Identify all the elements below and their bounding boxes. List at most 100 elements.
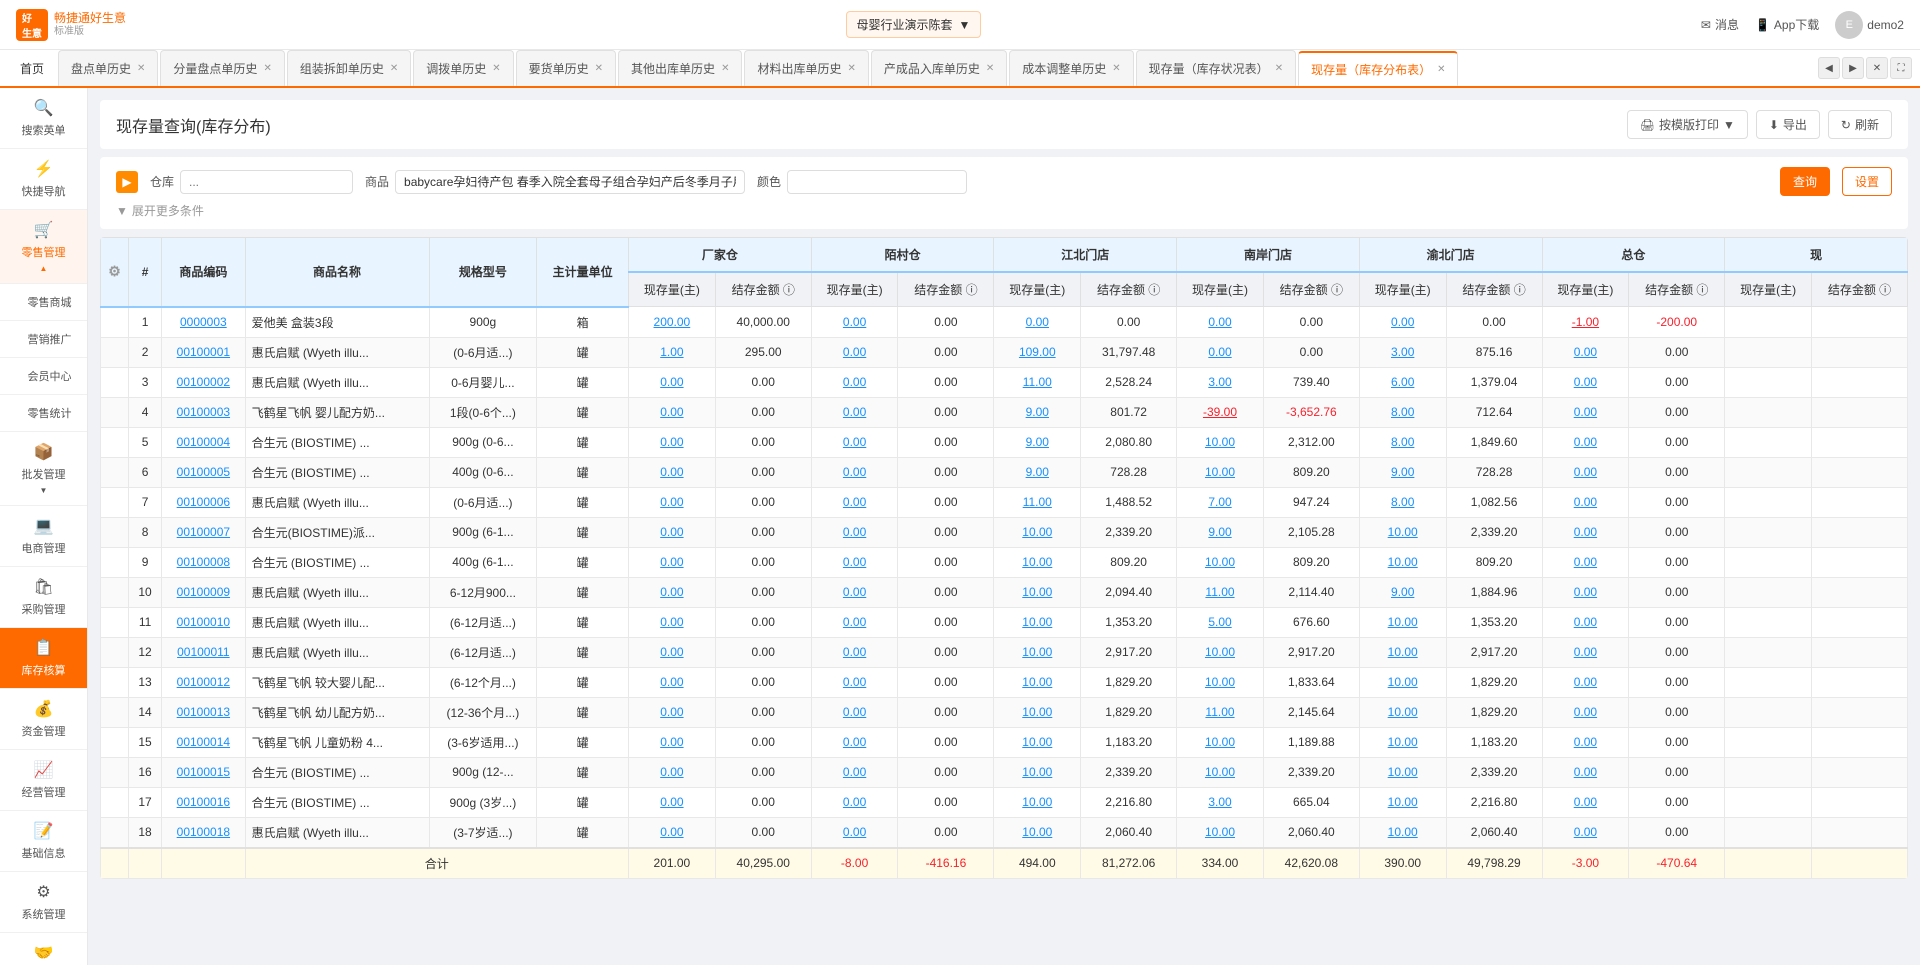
- table-cell[interactable]: 罐: [537, 337, 629, 367]
- color-input[interactable]: [787, 170, 967, 194]
- table-cell[interactable]: 0.00: [629, 487, 716, 517]
- user-menu[interactable]: E demo2: [1835, 11, 1904, 39]
- table-cell[interactable]: 罐: [537, 457, 629, 487]
- table-cell[interactable]: 0.00: [1542, 427, 1629, 457]
- table-cell[interactable]: 0.00: [629, 367, 716, 397]
- settings-btn[interactable]: 设置: [1842, 167, 1892, 196]
- table-cell[interactable]: 10.00: [1359, 637, 1446, 667]
- table-cell[interactable]: 罐: [537, 487, 629, 517]
- table-cell[interactable]: 0.00: [629, 727, 716, 757]
- table-cell[interactable]: 0.00: [811, 487, 898, 517]
- table-cell[interactable]: 9.00: [994, 397, 1081, 427]
- tab-sub-inventory[interactable]: 分量盘点单历史 ✕: [160, 50, 284, 86]
- close-icon[interactable]: ✕: [847, 63, 855, 74]
- table-cell[interactable]: 9.00: [994, 427, 1081, 457]
- table-cell[interactable]: 10.00: [994, 607, 1081, 637]
- table-cell[interactable]: 9.00: [994, 457, 1081, 487]
- sidebar-item-collab[interactable]: 🤝 企业协同: [0, 933, 87, 965]
- close-icon[interactable]: ✕: [137, 63, 145, 74]
- table-cell[interactable]: 10.00: [1359, 787, 1446, 817]
- table-cell[interactable]: 罐: [537, 577, 629, 607]
- close-icon[interactable]: ✕: [721, 63, 729, 74]
- sidebar-item-retail[interactable]: 🛒 零售管理 ▲: [0, 210, 87, 284]
- table-cell[interactable]: 109.00: [994, 337, 1081, 367]
- table-cell[interactable]: 8.00: [1359, 397, 1446, 427]
- table-cell[interactable]: 0.00: [811, 787, 898, 817]
- table-cell[interactable]: 0.00: [811, 577, 898, 607]
- table-cell[interactable]: 0.00: [811, 817, 898, 848]
- sidebar-item-retail-shop[interactable]: 零售商城: [0, 284, 87, 321]
- sidebar-item-wholesale[interactable]: 📦 批发管理 ▼: [0, 432, 87, 506]
- expand-more-btn[interactable]: ▼ 展开更多条件: [116, 202, 1892, 219]
- table-cell[interactable]: 00100018: [162, 817, 245, 848]
- close-icon[interactable]: ✕: [986, 63, 994, 74]
- tab-cost-adjust[interactable]: 成本调整单历史 ✕: [1009, 50, 1133, 86]
- table-cell[interactable]: 罐: [537, 607, 629, 637]
- table-cell[interactable]: 10.00: [1359, 517, 1446, 547]
- table-cell[interactable]: 0.00: [994, 307, 1081, 338]
- table-cell[interactable]: 6.00: [1359, 367, 1446, 397]
- table-cell[interactable]: 10.00: [1177, 757, 1264, 787]
- close-icon[interactable]: ✕: [1275, 63, 1283, 74]
- table-cell[interactable]: 00100005: [162, 457, 245, 487]
- sidebar-item-purchase[interactable]: 🛍 采购管理: [0, 567, 87, 628]
- tab-close-all[interactable]: ✕: [1866, 57, 1888, 79]
- table-cell[interactable]: 10.00: [994, 577, 1081, 607]
- table-cell[interactable]: 10.00: [994, 817, 1081, 848]
- table-cell[interactable]: 0000003: [162, 307, 245, 338]
- tab-assembly[interactable]: 组装拆卸单历史 ✕: [287, 50, 411, 86]
- table-cell[interactable]: 0.00: [1542, 397, 1629, 427]
- table-cell[interactable]: 10.00: [994, 547, 1081, 577]
- table-cell[interactable]: 0.00: [629, 547, 716, 577]
- table-cell[interactable]: 00100008: [162, 547, 245, 577]
- table-cell[interactable]: 10.00: [1177, 427, 1264, 457]
- table-cell[interactable]: 0.00: [1542, 517, 1629, 547]
- table-cell[interactable]: 200.00: [629, 307, 716, 338]
- table-cell[interactable]: 0.00: [629, 667, 716, 697]
- table-cell[interactable]: 罐: [537, 817, 629, 848]
- table-cell[interactable]: 10.00: [994, 667, 1081, 697]
- table-cell[interactable]: 00100014: [162, 727, 245, 757]
- table-cell[interactable]: 0.00: [629, 637, 716, 667]
- tab-stock-status[interactable]: 现存量（库存状况表） ✕: [1136, 50, 1296, 86]
- tab-home[interactable]: 首页: [8, 50, 56, 86]
- table-cell[interactable]: 0.00: [1542, 487, 1629, 517]
- sidebar-item-basic-info[interactable]: 📝 基础信息: [0, 811, 87, 872]
- table-cell[interactable]: 10.00: [994, 727, 1081, 757]
- table-cell[interactable]: 罐: [537, 547, 629, 577]
- table-cell[interactable]: 3.00: [1177, 787, 1264, 817]
- table-cell[interactable]: 8.00: [1359, 487, 1446, 517]
- tab-expand[interactable]: ⛶: [1890, 57, 1912, 79]
- table-cell[interactable]: 0.00: [1177, 307, 1264, 338]
- table-cell[interactable]: 00100010: [162, 607, 245, 637]
- table-cell[interactable]: 10.00: [1359, 727, 1446, 757]
- table-cell[interactable]: 5.00: [1177, 607, 1264, 637]
- table-cell[interactable]: 0.00: [1359, 307, 1446, 338]
- table-cell[interactable]: -1.00: [1542, 307, 1629, 338]
- table-cell[interactable]: 0.00: [811, 667, 898, 697]
- table-cell[interactable]: 10.00: [1359, 607, 1446, 637]
- table-cell[interactable]: 10.00: [1359, 547, 1446, 577]
- table-cell[interactable]: 0.00: [629, 457, 716, 487]
- app-download-btn[interactable]: 📱 App下载: [1755, 16, 1819, 33]
- tab-material-out[interactable]: 材料出库单历史 ✕: [744, 50, 868, 86]
- table-cell[interactable]: 0.00: [811, 607, 898, 637]
- table-cell[interactable]: 3.00: [1359, 337, 1446, 367]
- table-cell[interactable]: 0.00: [629, 397, 716, 427]
- table-cell[interactable]: 0.00: [629, 817, 716, 848]
- message-btn[interactable]: ✉ 消息: [1701, 16, 1739, 33]
- table-cell[interactable]: 0.00: [811, 757, 898, 787]
- table-cell[interactable]: 0.00: [811, 637, 898, 667]
- table-cell[interactable]: 罐: [537, 727, 629, 757]
- table-cell[interactable]: 00100015: [162, 757, 245, 787]
- export-btn[interactable]: ⬇ 导出: [1756, 110, 1820, 139]
- expand-filter-btn[interactable]: ▶: [116, 171, 138, 193]
- table-settings-icon[interactable]: ⚙: [108, 263, 121, 279]
- goods-input[interactable]: [395, 170, 745, 194]
- query-btn[interactable]: 查询: [1780, 167, 1830, 196]
- table-cell[interactable]: 10.00: [994, 757, 1081, 787]
- sidebar-item-quicknav[interactable]: ⚡ 快捷导航: [0, 149, 87, 210]
- table-cell[interactable]: -39.00: [1177, 397, 1264, 427]
- table-cell[interactable]: 0.00: [811, 697, 898, 727]
- close-icon[interactable]: ✕: [595, 63, 603, 74]
